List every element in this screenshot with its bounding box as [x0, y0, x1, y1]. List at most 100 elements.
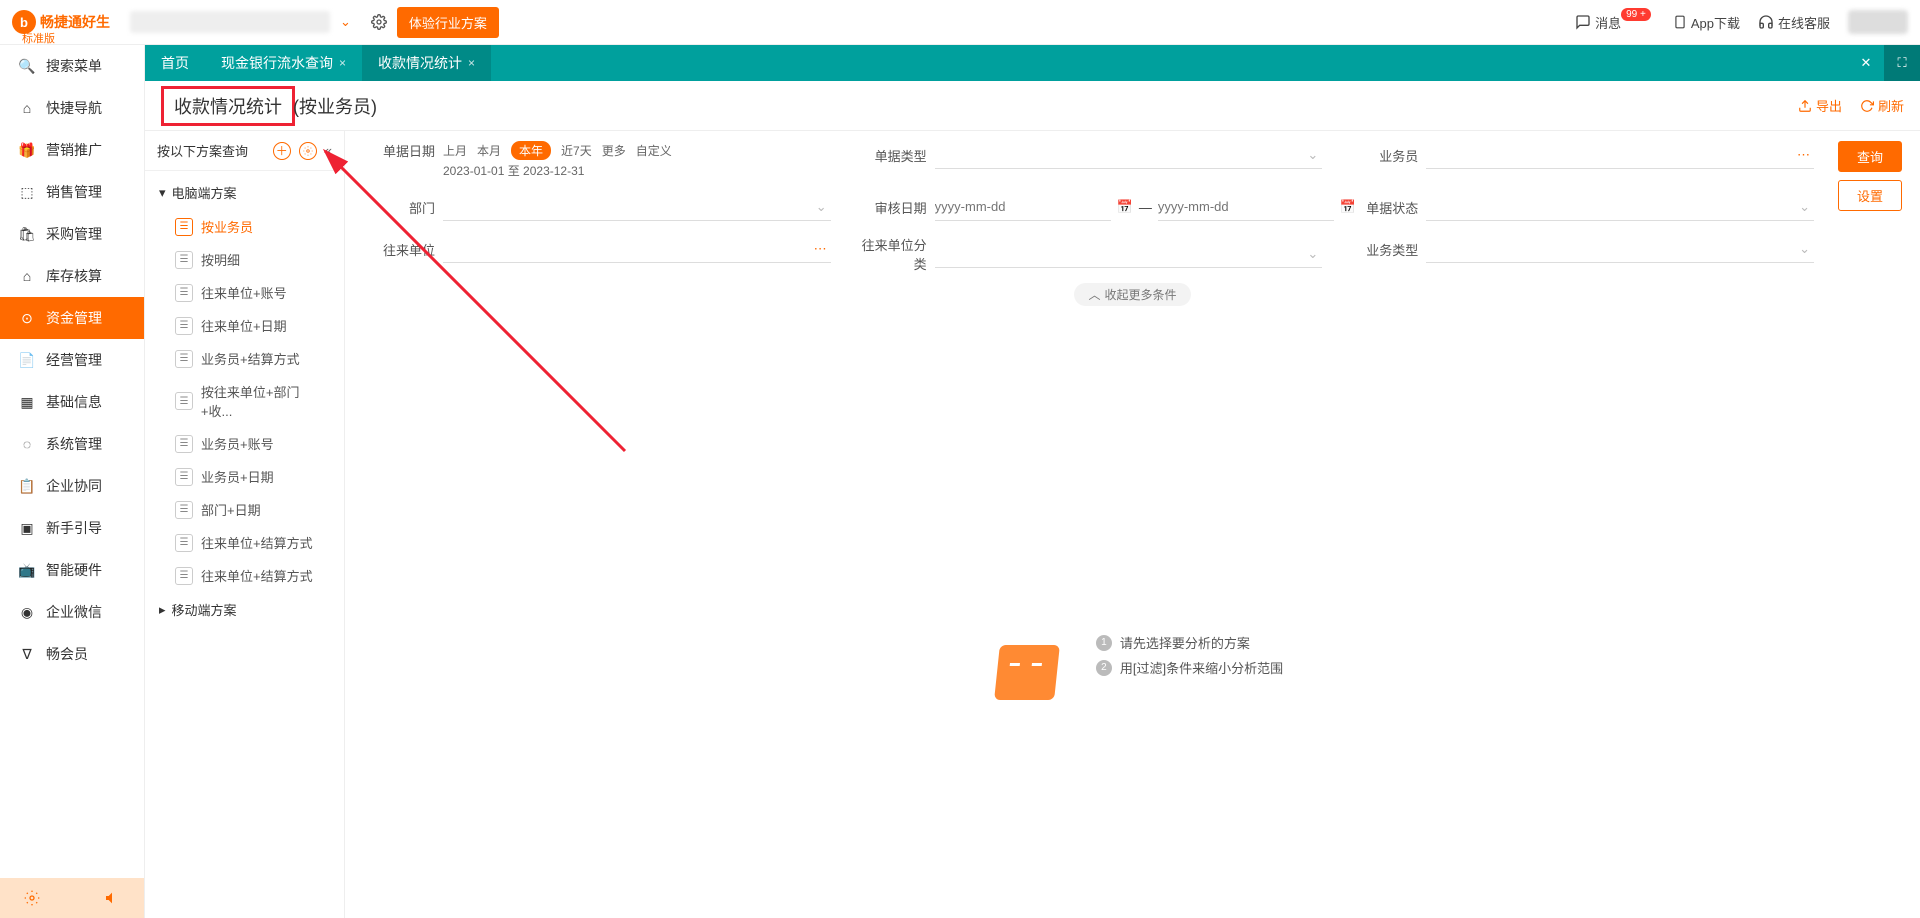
- settings-gear-icon[interactable]: [371, 14, 387, 30]
- company-selector[interactable]: [130, 11, 330, 33]
- sidebar-item-label: 企业协同: [46, 476, 102, 496]
- settings-button[interactable]: 设置: [1838, 180, 1902, 211]
- partnercat-select[interactable]: ⌄: [935, 240, 1323, 268]
- chat-icon: [1575, 14, 1591, 30]
- messages-link[interactable]: 消息 99 +: [1575, 13, 1655, 32]
- filter-label-partner: 往来单位: [363, 240, 435, 259]
- hint-text-1: 请先选择要分析的方案: [1120, 633, 1250, 652]
- scheme-item-icon: ☰: [175, 435, 193, 453]
- scheme-group[interactable]: ▸移动端方案: [145, 592, 344, 627]
- biztype-select[interactable]: ⌄: [1426, 235, 1814, 263]
- partner-picker[interactable]: ⋯: [443, 235, 831, 263]
- sidebar-item[interactable]: ⌂库存核算: [0, 255, 144, 297]
- tab-strip: 首页现金银行流水查询×收款情况统计× ✕ ⛶: [145, 45, 1920, 81]
- refresh-button[interactable]: 刷新: [1860, 96, 1904, 115]
- docstate-select[interactable]: ⌄: [1426, 193, 1814, 221]
- tabstrip-close-all-icon[interactable]: ✕: [1848, 45, 1884, 81]
- scheme-item[interactable]: ☰业务员+日期: [145, 460, 344, 493]
- tab-close-icon[interactable]: ×: [468, 56, 475, 70]
- query-button[interactable]: 查询: [1838, 141, 1902, 172]
- nav-icon: 🛍: [18, 225, 36, 243]
- date-quick-lastmonth[interactable]: 上月: [443, 142, 467, 159]
- tab-close-icon[interactable]: ×: [339, 56, 346, 70]
- export-button[interactable]: 导出: [1798, 96, 1842, 115]
- scheme-item[interactable]: ☰ 按往来单位+部门+收...: [145, 375, 344, 427]
- scheme-add-icon[interactable]: ＋: [273, 142, 291, 160]
- nav-icon: ⬚: [18, 183, 36, 201]
- sidebar-item[interactable]: ⊙资金管理: [0, 297, 144, 339]
- scheme-group[interactable]: ▾电脑端方案: [145, 175, 344, 210]
- company-dropdown-icon[interactable]: ⌄: [340, 14, 351, 30]
- nav-icon: ◌: [18, 435, 36, 453]
- sidebar-item[interactable]: ∇畅会员: [0, 633, 144, 675]
- date-quick-more[interactable]: 更多: [602, 142, 626, 159]
- filter-label-doctype: 单据类型: [855, 146, 927, 165]
- sidebar-item[interactable]: ▦基础信息: [0, 381, 144, 423]
- scheme-item[interactable]: ☰按业务员: [145, 210, 344, 243]
- audit-date-from[interactable]: [935, 193, 1111, 221]
- sidebar-item[interactable]: 📋企业协同: [0, 465, 144, 507]
- scheme-item-icon: ☰: [175, 567, 193, 585]
- scheme-settings-icon[interactable]: [299, 142, 317, 160]
- nav-icon: ∇: [18, 645, 36, 663]
- scheme-item-label: 往来单位+日期: [201, 316, 287, 335]
- scheme-item[interactable]: ☰ 往来单位+结算方式: [145, 559, 344, 592]
- sidebar-item-label: 快捷导航: [46, 98, 102, 118]
- dept-select[interactable]: ⌄: [443, 193, 831, 221]
- tab-label: 现金银行流水查询: [221, 53, 333, 73]
- sidebar-item[interactable]: 🛍采购管理: [0, 213, 144, 255]
- experience-plan-button[interactable]: 体验行业方案: [397, 7, 499, 38]
- sidebar-item[interactable]: 📺智能硬件: [0, 549, 144, 591]
- scheme-item-label: 往来单位+结算方式: [201, 566, 313, 585]
- audit-date-to[interactable]: [1158, 193, 1334, 221]
- tab[interactable]: 收款情况统计×: [362, 45, 491, 81]
- scheme-item[interactable]: ☰ 往来单位+账号: [145, 276, 344, 309]
- scheme-panel: 按以下方案查询 ＋ « ▾电脑端方案☰按业务员☰按明细☰往来单位+账号☰往来单位…: [145, 131, 345, 918]
- calendar-icon[interactable]: 📅: [1117, 199, 1133, 215]
- tab[interactable]: 现金银行流水查询 ×: [205, 45, 362, 81]
- support-link[interactable]: 在线客服: [1758, 13, 1830, 32]
- nav-icon: 🔍: [18, 57, 36, 75]
- scheme-item[interactable]: ☰部门+日期: [145, 493, 344, 526]
- scheme-item-label: 部门+日期: [201, 500, 261, 519]
- sidebar-item[interactable]: ◌系统管理: [0, 423, 144, 465]
- scheme-item-icon: ☰: [175, 284, 193, 302]
- scheme-item[interactable]: ☰往来单位+结算方式: [145, 526, 344, 559]
- sidebar-item[interactable]: 📄 经营管理: [0, 339, 144, 381]
- scheme-item[interactable]: ☰业务员+结算方式: [145, 342, 344, 375]
- app-download-link[interactable]: App下载: [1673, 13, 1740, 32]
- scheme-item[interactable]: ☰往来单位+日期: [145, 309, 344, 342]
- sales-picker[interactable]: ⋯: [1426, 141, 1814, 169]
- scheme-item-label: 往来单位+账号: [201, 283, 287, 302]
- scheme-item[interactable]: ☰业务员+账号: [145, 427, 344, 460]
- nav-icon: 📄: [18, 351, 36, 369]
- tabstrip-fullscreen-icon[interactable]: ⛶: [1884, 45, 1920, 81]
- tab[interactable]: 首页: [145, 45, 205, 81]
- user-avatar[interactable]: [1848, 10, 1908, 34]
- sidebar-item[interactable]: ◉企业微信: [0, 591, 144, 633]
- sidebar-item[interactable]: ⌂快捷导航: [0, 87, 144, 129]
- sidebar-item[interactable]: ▣新手引导: [0, 507, 144, 549]
- sidebar-item[interactable]: 🎁营销推广: [0, 129, 144, 171]
- scheme-panel-title: 按以下方案查询: [157, 141, 248, 160]
- sidebar-item[interactable]: ⬚销售管理: [0, 171, 144, 213]
- footer-gear-icon[interactable]: [24, 890, 40, 906]
- sidebar-item-label: 企业微信: [46, 602, 102, 622]
- scheme-item[interactable]: ☰按明细: [145, 243, 344, 276]
- date-quick-custom[interactable]: 自定义: [636, 142, 672, 159]
- filter-label-auditdate: 审核日期: [855, 198, 927, 217]
- sidebar-item[interactable]: 🔍搜索菜单: [0, 45, 144, 87]
- doctype-select[interactable]: ⌄: [935, 141, 1323, 169]
- scheme-item-icon: ☰: [175, 392, 193, 410]
- scheme-item-label: 按往来单位+部门+收...: [201, 382, 330, 420]
- sidebar-item-label: 经营管理: [46, 350, 102, 370]
- date-quick-7d[interactable]: 近7天: [561, 142, 592, 159]
- footer-sound-icon[interactable]: [104, 890, 120, 906]
- date-quick-thismonth[interactable]: 本月: [477, 142, 501, 159]
- nav-icon: 📺: [18, 561, 36, 579]
- date-quick-thisyear[interactable]: 本年: [511, 141, 551, 160]
- date-separator: —: [1139, 200, 1152, 215]
- collapse-filters-button[interactable]: ︿ 收起更多条件: [1074, 283, 1190, 306]
- scheme-collapse-icon[interactable]: «: [325, 143, 332, 158]
- nav-icon: ▦: [18, 393, 36, 411]
